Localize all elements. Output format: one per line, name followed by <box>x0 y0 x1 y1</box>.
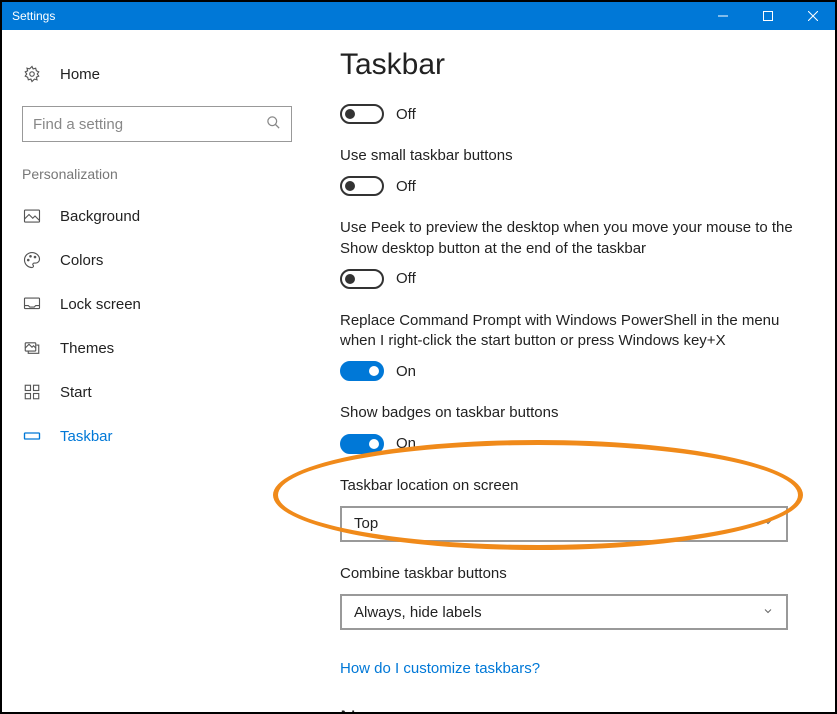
taskbar-icon <box>22 426 42 446</box>
toggle-state: On <box>396 435 416 452</box>
search-icon <box>266 115 281 134</box>
next-section-heading-partial: N <box>340 706 795 712</box>
setting-label: Show badges on taskbar buttons <box>340 403 795 423</box>
toggle-state: Off <box>396 106 416 123</box>
toggle-switch[interactable] <box>340 434 384 454</box>
sidebar-item-lockscreen[interactable]: Lock screen <box>22 282 292 326</box>
dropdown-value: Top <box>354 515 762 532</box>
sidebar-item-taskbar[interactable]: Taskbar <box>22 414 292 458</box>
chevron-down-icon <box>762 605 774 620</box>
setting-peek: Use Peek to preview the desktop when you… <box>340 218 795 289</box>
toggle-state: On <box>396 363 416 380</box>
sidebar: Home Personalization Background <box>2 30 312 712</box>
setting-label: Use small taskbar buttons <box>340 146 795 166</box>
dropdown-combine-buttons[interactable]: Always, hide labels <box>340 594 788 630</box>
search-input[interactable] <box>33 116 266 133</box>
sidebar-item-themes[interactable]: Themes <box>22 326 292 370</box>
dropdown-value: Always, hide labels <box>354 604 762 621</box>
setting-label: Combine taskbar buttons <box>340 564 795 584</box>
maximize-button[interactable] <box>745 2 790 30</box>
toggle-switch[interactable] <box>340 269 384 289</box>
setting-taskbar-location: Taskbar location on screen Top <box>340 476 795 542</box>
help-link[interactable]: How do I customize taskbars? <box>340 660 540 677</box>
sidebar-item-label: Colors <box>60 252 103 269</box>
toggle-state: Off <box>396 270 416 287</box>
toggle-state: Off <box>396 178 416 195</box>
setting-powershell: Replace Command Prompt with Windows Powe… <box>340 311 795 382</box>
close-button[interactable] <box>790 2 835 30</box>
nav-home-label: Home <box>60 66 100 83</box>
picture-icon <box>22 206 42 226</box>
sidebar-item-label: Background <box>60 208 140 225</box>
content-area: Home Personalization Background <box>2 30 835 712</box>
dropdown-taskbar-location[interactable]: Top <box>340 506 788 542</box>
search-box[interactable] <box>22 106 292 142</box>
window-title: Settings <box>12 9 700 23</box>
gear-icon <box>22 64 42 84</box>
sidebar-item-background[interactable]: Background <box>22 194 292 238</box>
sidebar-item-colors[interactable]: Colors <box>22 238 292 282</box>
start-icon <box>22 382 42 402</box>
sidebar-item-label: Start <box>60 384 92 401</box>
lockscreen-icon <box>22 294 42 314</box>
page-title: Taskbar <box>340 48 795 82</box>
titlebar[interactable]: Settings <box>2 2 835 30</box>
setting-small-buttons: Use small taskbar buttons Off <box>340 146 795 196</box>
toggle-switch[interactable] <box>340 104 384 124</box>
toggle-switch[interactable] <box>340 361 384 381</box>
setting-label: Replace Command Prompt with Windows Powe… <box>340 311 795 352</box>
sidebar-item-label: Taskbar <box>60 428 113 445</box>
palette-icon <box>22 250 42 270</box>
sidebar-item-start[interactable]: Start <box>22 370 292 414</box>
sidebar-category: Personalization <box>22 166 292 182</box>
toggle-switch[interactable] <box>340 176 384 196</box>
setting-label: Use Peek to preview the desktop when you… <box>340 218 795 259</box>
setting-badges: Show badges on taskbar buttons On <box>340 403 795 453</box>
themes-icon <box>22 338 42 358</box>
setting-toggle-0: Off <box>340 104 795 124</box>
chevron-down-icon <box>762 516 774 531</box>
minimize-button[interactable] <box>700 2 745 30</box>
main-panel: Taskbar Off Use small taskbar buttons Of… <box>312 30 835 712</box>
setting-combine-buttons: Combine taskbar buttons Always, hide lab… <box>340 564 795 630</box>
nav-home[interactable]: Home <box>22 52 292 96</box>
settings-window: Settings Home <box>2 2 835 712</box>
sidebar-item-label: Lock screen <box>60 296 141 313</box>
sidebar-item-label: Themes <box>60 340 114 357</box>
setting-label: Taskbar location on screen <box>340 476 795 496</box>
